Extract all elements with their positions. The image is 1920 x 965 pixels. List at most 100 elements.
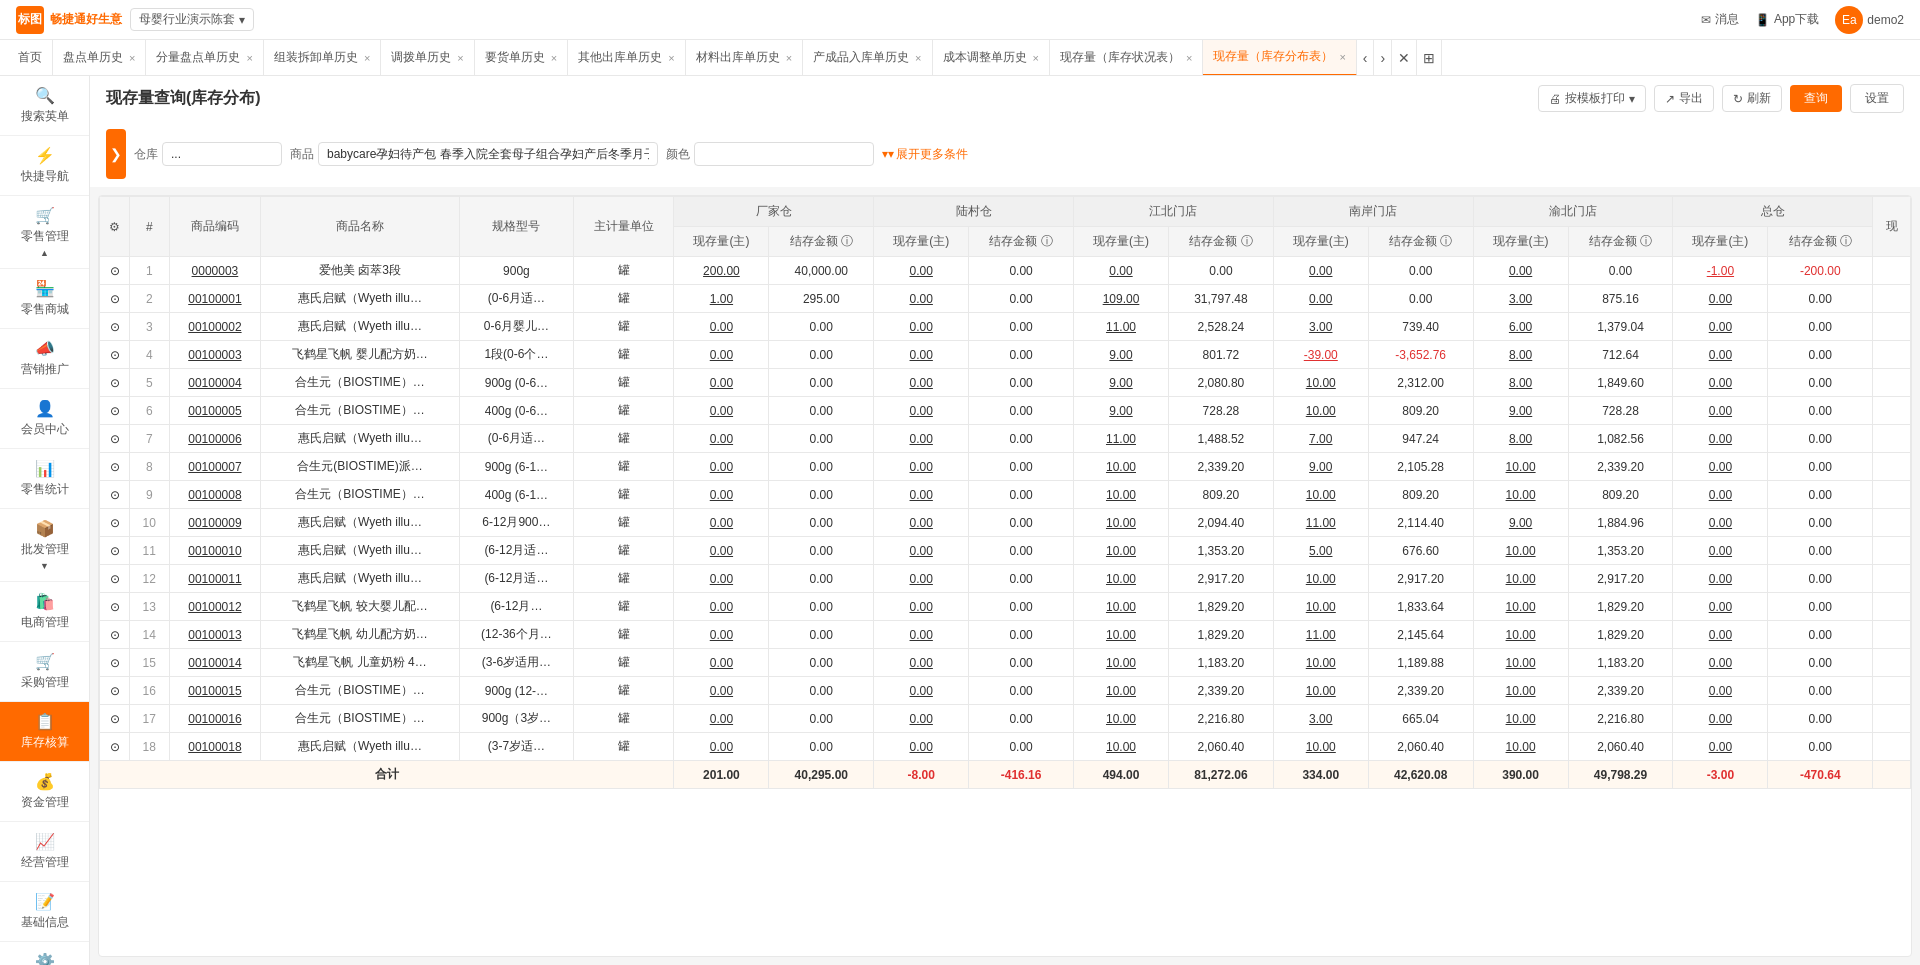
row-changjia-qty[interactable]: 0.00 [674,313,769,341]
row-yubei-qty[interactable]: 6.00 [1473,313,1568,341]
sidebar-item-wholesale[interactable]: 📦 批发管理 ▼ [0,509,89,582]
row-jiangbei-qty[interactable]: 10.00 [1073,677,1168,705]
row-jiangbei-qty[interactable]: 10.00 [1073,733,1168,761]
color-input[interactable] [694,142,874,166]
row-changjia-qty[interactable]: 0.00 [674,705,769,733]
row-yubei-qty[interactable]: 10.00 [1473,705,1568,733]
sidebar-item-retail-store[interactable]: 🏪 零售商城 [0,269,89,329]
row-zongcang-qty[interactable]: 0.00 [1673,677,1768,705]
close-icon[interactable]: × [364,52,370,64]
row-changjia-qty[interactable]: 0.00 [674,425,769,453]
row-zongcang-qty[interactable]: 0.00 [1673,593,1768,621]
row-changjia-qty[interactable]: 0.00 [674,481,769,509]
row-changjia-qty[interactable]: 0.00 [674,537,769,565]
row-lucun-qty[interactable]: 0.00 [874,313,969,341]
row-code[interactable]: 00100016 [169,705,261,733]
row-nanan-qty[interactable]: 10.00 [1273,481,1368,509]
row-settings[interactable]: ⊙ [100,593,130,621]
user-area[interactable]: Ea demo2 [1835,6,1904,34]
close-icon[interactable]: × [1186,52,1192,64]
tab-prev-btn[interactable]: ‹ [1357,40,1375,76]
row-jiangbei-qty[interactable]: 10.00 [1073,649,1168,677]
sidebar-item-system[interactable]: ⚙️ 系统管理 [0,942,89,965]
row-settings[interactable]: ⊙ [100,565,130,593]
row-yubei-qty[interactable]: 10.00 [1473,677,1568,705]
row-yubei-qty[interactable]: 10.00 [1473,481,1568,509]
sidebar-item-inventory[interactable]: 📋 库存核算 [0,702,89,762]
tab-close-all-btn[interactable]: ✕ [1392,40,1417,76]
row-settings[interactable]: ⊙ [100,537,130,565]
sidebar-item-marketing[interactable]: 📣 营销推广 [0,329,89,389]
row-settings[interactable]: ⊙ [100,509,130,537]
row-changjia-qty[interactable]: 0.00 [674,593,769,621]
row-code[interactable]: 00100008 [169,481,261,509]
row-zongcang-qty[interactable]: 0.00 [1673,285,1768,313]
close-icon[interactable]: × [786,52,792,64]
query-btn[interactable]: 查询 [1790,85,1842,112]
row-yubei-qty[interactable]: 10.00 [1473,621,1568,649]
row-code[interactable]: 00100007 [169,453,261,481]
row-nanan-qty[interactable]: 10.00 [1273,565,1368,593]
tab-next-btn[interactable]: › [1374,40,1392,76]
message-btn[interactable]: ✉ 消息 [1701,11,1739,28]
close-icon[interactable]: × [551,52,557,64]
row-changjia-qty[interactable]: 0.00 [674,453,769,481]
row-zongcang-qty[interactable]: 0.00 [1673,313,1768,341]
row-jiangbei-qty[interactable]: 10.00 [1073,565,1168,593]
tab-cost-adjust[interactable]: 成本调整单历史 × [933,40,1050,76]
row-nanan-qty[interactable]: 10.00 [1273,677,1368,705]
row-changjia-qty[interactable]: 0.00 [674,733,769,761]
tab-home[interactable]: 首页 [8,40,53,76]
row-settings[interactable]: ⊙ [100,705,130,733]
tab-inventory-single[interactable]: 盘点单历史 × [53,40,146,76]
refresh-btn[interactable]: ↻ 刷新 [1722,85,1782,112]
row-lucun-qty[interactable]: 0.00 [874,257,969,285]
row-lucun-qty[interactable]: 0.00 [874,397,969,425]
collapse-btn[interactable]: ❯ [106,129,126,179]
row-yubei-qty[interactable]: 9.00 [1473,509,1568,537]
row-yubei-qty[interactable]: 10.00 [1473,453,1568,481]
sidebar-item-finance[interactable]: 💰 资金管理 [0,762,89,822]
sidebar-item-retail-stats[interactable]: 📊 零售统计 [0,449,89,509]
row-yubei-qty[interactable]: 8.00 [1473,369,1568,397]
tab-expand-btn[interactable]: ⊞ [1417,40,1442,76]
row-settings[interactable]: ⊙ [100,425,130,453]
close-icon[interactable]: × [915,52,921,64]
row-changjia-qty[interactable]: 0.00 [674,621,769,649]
tab-transfer[interactable]: 调拨单历史 × [381,40,474,76]
row-zongcang-qty[interactable]: 0.00 [1673,369,1768,397]
row-changjia-qty[interactable]: 0.00 [674,509,769,537]
row-lucun-qty[interactable]: 0.00 [874,705,969,733]
row-yubei-qty[interactable]: 3.00 [1473,285,1568,313]
th-settings[interactable]: ⚙ [100,197,130,257]
app-download-btn[interactable]: 📱 App下载 [1755,11,1819,28]
row-zongcang-qty[interactable]: 0.00 [1673,425,1768,453]
row-code[interactable]: 00100014 [169,649,261,677]
sidebar-item-retail-mgmt[interactable]: 🛒 零售管理 ▲ [0,196,89,269]
close-icon[interactable]: × [129,52,135,64]
settings-btn[interactable]: 设置 [1850,84,1904,113]
row-lucun-qty[interactable]: 0.00 [874,481,969,509]
row-jiangbei-qty[interactable]: 11.00 [1073,313,1168,341]
tab-stock-status[interactable]: 现存量（库存状况表） × [1050,40,1203,76]
row-lucun-qty[interactable]: 0.00 [874,593,969,621]
row-changjia-qty[interactable]: 1.00 [674,285,769,313]
close-icon[interactable]: × [457,52,463,64]
row-zongcang-qty[interactable]: 0.00 [1673,705,1768,733]
row-nanan-qty[interactable]: 3.00 [1273,313,1368,341]
warehouse-input[interactable] [162,142,282,166]
tab-assemble[interactable]: 组装拆卸单历史 × [264,40,381,76]
row-zongcang-qty[interactable]: 0.00 [1673,481,1768,509]
product-input[interactable] [318,142,658,166]
row-code[interactable]: 00100010 [169,537,261,565]
row-settings[interactable]: ⊙ [100,453,130,481]
row-nanan-qty[interactable]: 9.00 [1273,453,1368,481]
row-settings[interactable]: ⊙ [100,369,130,397]
row-zongcang-qty[interactable]: 0.00 [1673,649,1768,677]
row-changjia-qty[interactable]: 0.00 [674,369,769,397]
row-jiangbei-qty[interactable]: 10.00 [1073,705,1168,733]
row-nanan-qty[interactable]: 3.00 [1273,705,1368,733]
row-code[interactable]: 0000003 [169,257,261,285]
store-selector[interactable]: 母婴行业演示陈套 ▾ [130,8,254,31]
row-yubei-qty[interactable]: 0.00 [1473,257,1568,285]
